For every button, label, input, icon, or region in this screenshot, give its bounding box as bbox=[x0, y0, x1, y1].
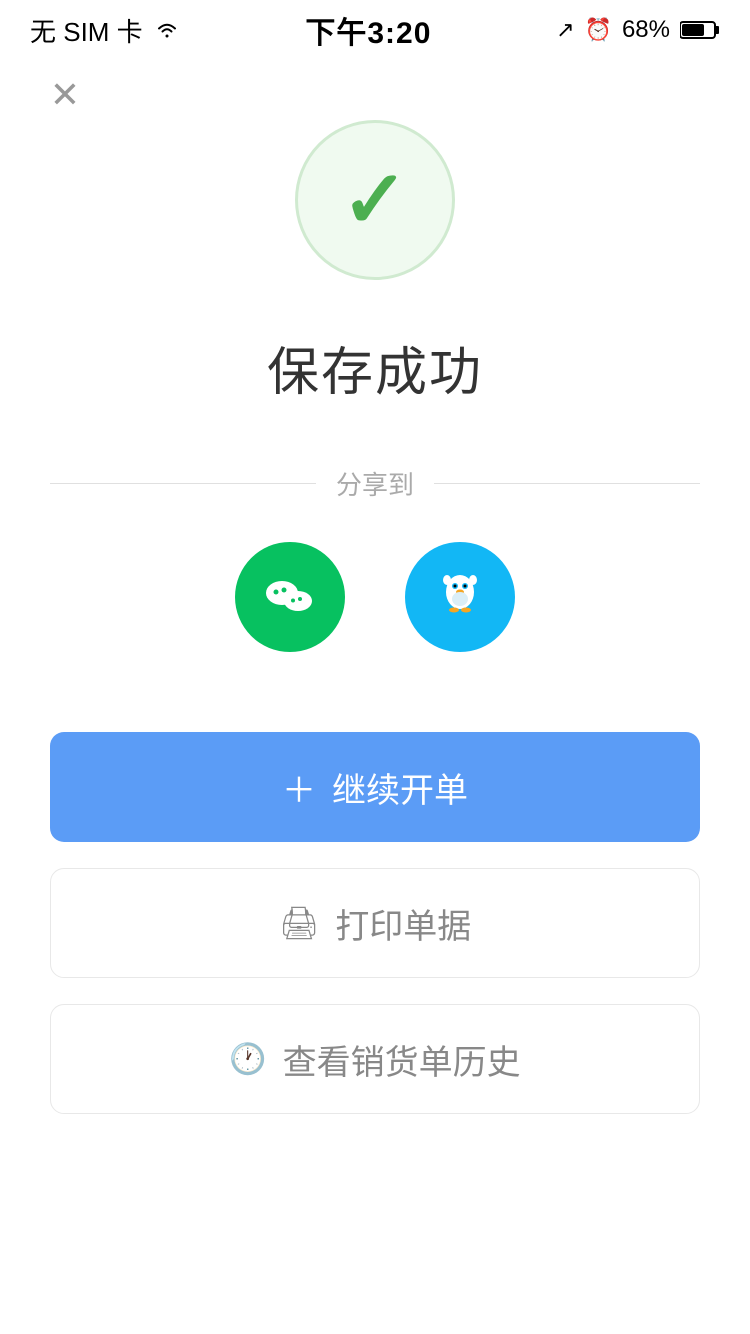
success-title: 保存成功 bbox=[267, 330, 483, 405]
share-icons-row bbox=[50, 542, 700, 652]
status-right: ↗ ⏰ 68% bbox=[556, 16, 720, 44]
main-content: ✓ 保存成功 分享到 bbox=[0, 60, 750, 1114]
qq-logo-icon bbox=[431, 568, 489, 626]
alarm-icon: ⏰ bbox=[585, 17, 612, 43]
divider-right bbox=[434, 483, 700, 484]
close-icon: ✕ bbox=[50, 74, 80, 116]
carrier-text: 无 SIM 卡 bbox=[30, 12, 143, 49]
print-label: 打印单据 bbox=[335, 899, 471, 948]
checkmark-icon: ✓ bbox=[341, 160, 408, 240]
printer-icon: 🖨 bbox=[279, 904, 320, 942]
history-button[interactable]: 🕐 查看销货单历史 bbox=[50, 1004, 700, 1114]
status-time: 下午3:20 bbox=[305, 8, 431, 52]
continue-label: 继续开单 bbox=[332, 763, 468, 812]
battery-percent: 68% bbox=[622, 16, 670, 44]
divider-row: 分享到 bbox=[50, 465, 700, 502]
battery-icon bbox=[680, 20, 720, 40]
location-icon: ↗ bbox=[556, 17, 574, 43]
actions-section: ＋ 继续开单 🖨 打印单据 🕐 查看销货单历史 bbox=[0, 732, 750, 1114]
continue-button[interactable]: ＋ 继续开单 bbox=[50, 732, 700, 842]
success-circle: ✓ bbox=[295, 120, 455, 280]
wechat-share-button[interactable] bbox=[235, 542, 345, 652]
plus-icon: ＋ bbox=[282, 763, 316, 812]
divider-left bbox=[50, 483, 316, 484]
history-label: 查看销货单历史 bbox=[283, 1035, 521, 1084]
wifi-icon bbox=[153, 20, 181, 40]
print-button[interactable]: 🖨 打印单据 bbox=[50, 868, 700, 978]
qq-share-button[interactable] bbox=[405, 542, 515, 652]
status-bar: 无 SIM 卡 下午3:20 ↗ ⏰ 68% bbox=[0, 0, 750, 60]
share-label: 分享到 bbox=[316, 465, 434, 502]
close-button[interactable]: ✕ bbox=[40, 70, 90, 120]
share-section: 分享到 bbox=[0, 465, 750, 652]
clock-icon: 🕐 bbox=[229, 1042, 266, 1077]
wechat-logo-icon bbox=[260, 567, 320, 627]
status-carrier: 无 SIM 卡 bbox=[30, 12, 181, 49]
